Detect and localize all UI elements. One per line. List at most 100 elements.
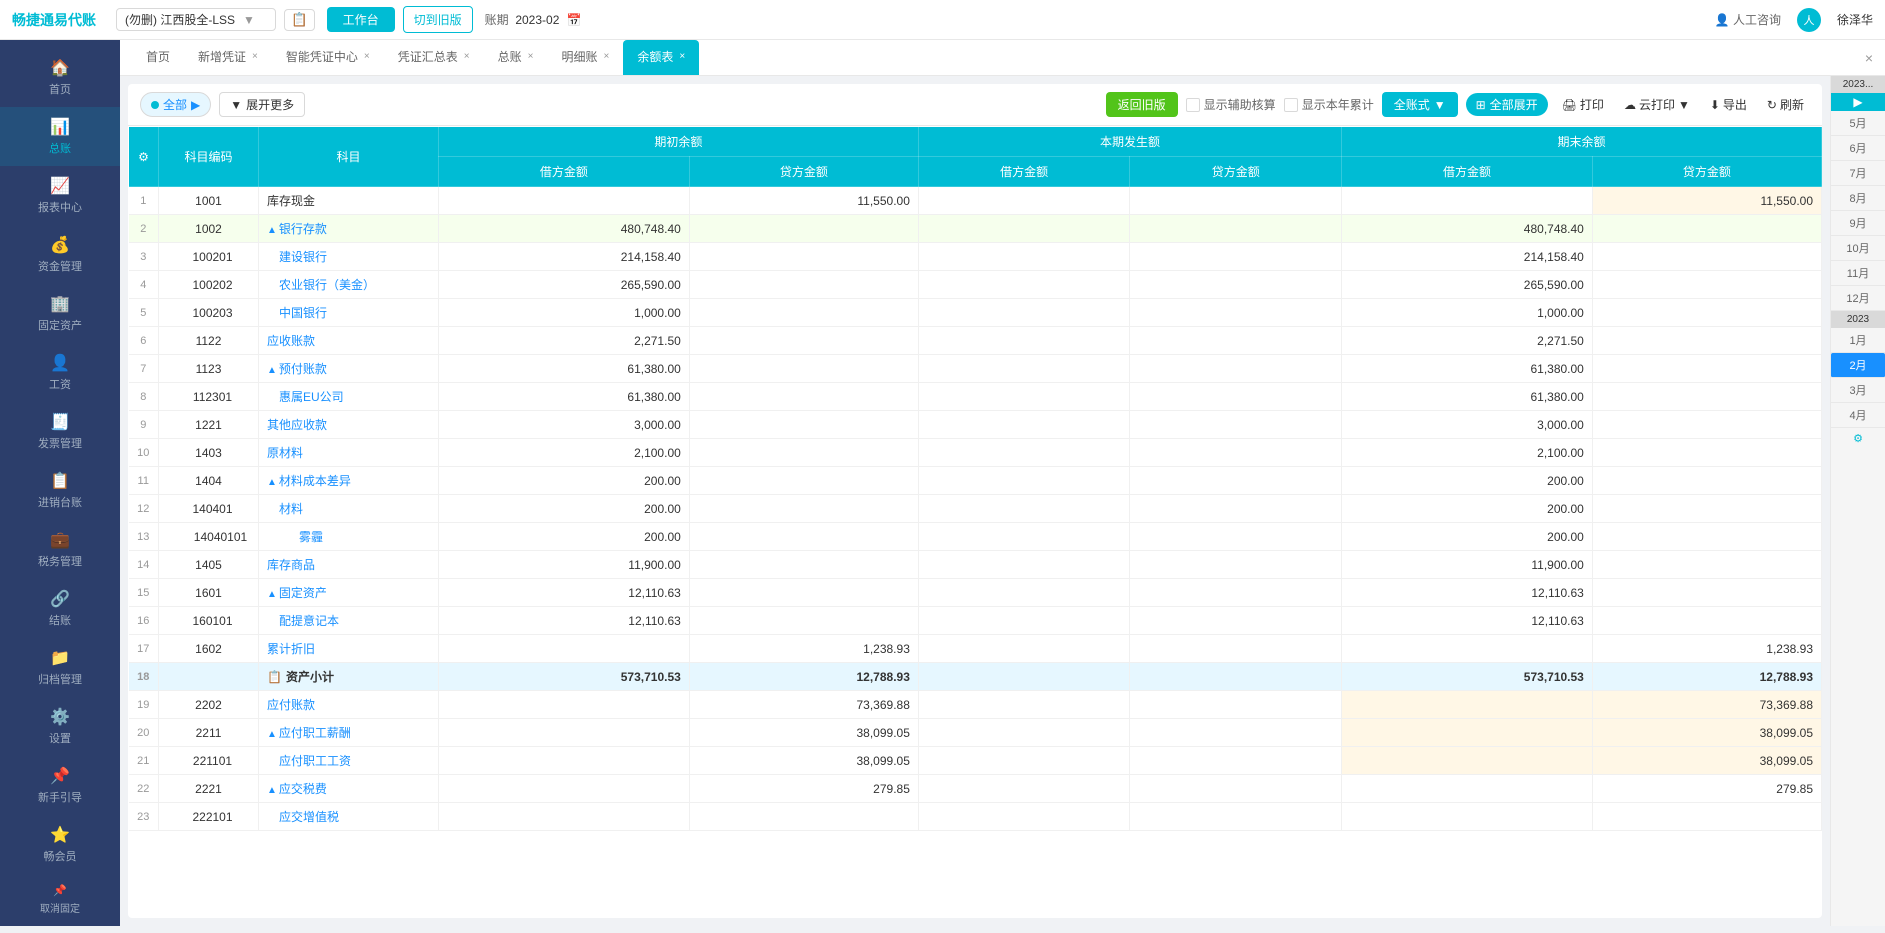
tab-voucher-summary-close[interactable]: × xyxy=(464,51,470,62)
month-4[interactable]: 4月 xyxy=(1831,403,1885,428)
filter-button[interactable]: 全部 ▶ xyxy=(140,92,211,117)
sidebar-item-ledger[interactable]: 📊 总账 xyxy=(0,107,120,166)
sidebar-item-guide[interactable]: 📌 新手引导 xyxy=(0,756,120,815)
company-name: (勿删) 江西股全-LSS xyxy=(125,11,235,28)
expand-arrow[interactable]: ▲ xyxy=(267,729,277,740)
tab-home[interactable]: 首页 xyxy=(132,40,184,75)
cp-debit xyxy=(918,691,1130,719)
account-link[interactable]: 应交增值税 xyxy=(279,810,339,824)
check-auxiliary-box[interactable] xyxy=(1186,98,1200,112)
copy-button[interactable]: 📋 xyxy=(284,9,315,31)
print-button[interactable]: 🖨 打印 xyxy=(1556,92,1610,117)
account-link[interactable]: 雾霾 xyxy=(299,530,323,544)
account-link[interactable]: 应付账款 xyxy=(267,698,315,712)
account-link[interactable]: 固定资产 xyxy=(279,586,327,600)
expand-arrow[interactable]: ▲ xyxy=(267,225,277,236)
sidebar-item-close[interactable]: 🔗 结账 xyxy=(0,579,120,638)
cloud-print-button[interactable]: ☁ 云打印 ▼ xyxy=(1618,92,1696,117)
account-link[interactable]: 建设银行 xyxy=(279,250,327,264)
expand-arrow[interactable]: ▲ xyxy=(267,477,277,488)
month-7[interactable]: 7月 xyxy=(1831,161,1885,186)
account-link[interactable]: 材料成本差异 xyxy=(279,474,351,488)
account-link[interactable]: 应付职工薪酬 xyxy=(279,726,351,740)
account-link[interactable]: 材料 xyxy=(279,502,303,516)
account-link[interactable]: 其他应收款 xyxy=(267,418,327,432)
tab-new-voucher[interactable]: 新增凭证 × xyxy=(184,40,272,75)
account-link[interactable]: 农业银行（美金） xyxy=(279,278,375,292)
tab-new-voucher-close[interactable]: × xyxy=(252,51,258,62)
month-5[interactable]: 5月 xyxy=(1831,111,1885,136)
ps-debit: 200.00 xyxy=(439,467,690,495)
tab-smart-voucher[interactable]: 智能凭证中心 × xyxy=(272,40,384,75)
sidebar-item-assets[interactable]: 🏢 固定资产 xyxy=(0,284,120,343)
month-1[interactable]: 1月 xyxy=(1831,328,1885,353)
account-link[interactable]: 原材料 xyxy=(267,446,303,460)
return-old-version-button[interactable]: 返回旧版 xyxy=(1106,92,1178,117)
account-link[interactable]: 应交税费 xyxy=(279,782,327,796)
month-9[interactable]: 9月 xyxy=(1831,211,1885,236)
sidebar-item-vip[interactable]: ⭐ 畅会员 xyxy=(0,815,120,874)
refresh-button[interactable]: ↻ 刷新 xyxy=(1761,92,1810,117)
tab-smart-voucher-close[interactable]: × xyxy=(364,51,370,62)
expand-arrow[interactable]: ▲ xyxy=(267,589,277,600)
sidebar-item-sales[interactable]: 📋 进销台账 xyxy=(0,461,120,520)
close-all-tabs[interactable]: × xyxy=(1865,50,1873,66)
service-link[interactable]: 👤 人工咨询 xyxy=(1715,11,1781,28)
user-name[interactable]: 徐泽华 xyxy=(1837,11,1873,28)
month-3[interactable]: 3月 xyxy=(1831,378,1885,403)
tab-balance-sheet-label: 余额表 xyxy=(637,48,673,65)
cp-credit xyxy=(1130,271,1342,299)
sidebar-item-home[interactable]: 🏠 首页 xyxy=(0,48,120,107)
account-link[interactable]: 惠属EU公司 xyxy=(279,390,344,404)
sidebar-item-unpin[interactable]: 📌 取消固定 xyxy=(0,874,120,925)
sidebar-item-archive[interactable]: 📁 归档管理 xyxy=(0,638,120,697)
col-setting[interactable]: ⚙ xyxy=(129,127,159,187)
expand-arrow[interactable]: ▲ xyxy=(267,365,277,376)
sidebar-item-salary[interactable]: 👤 工资 xyxy=(0,343,120,402)
workbench-button[interactable]: 工作台 xyxy=(327,7,395,32)
account-link[interactable]: 中国银行 xyxy=(279,306,327,320)
sidebar-item-tax[interactable]: 💼 税务管理 xyxy=(0,520,120,579)
switch-version-button[interactable]: 切到旧版 xyxy=(403,6,473,33)
col-pe-credit: 贷方金额 xyxy=(1592,157,1821,187)
tab-detail-ledger-close[interactable]: × xyxy=(603,51,609,62)
display-mode-button[interactable]: 全账式 ▼ xyxy=(1382,92,1458,117)
expand-button[interactable]: ▼ 展开更多 xyxy=(219,92,305,117)
right-panel-settings[interactable]: ⚙ xyxy=(1831,428,1885,449)
sidebar-item-funds[interactable]: 💰 资金管理 xyxy=(0,225,120,284)
tab-balance-sheet[interactable]: 余额表 × xyxy=(623,40,699,75)
col-ps-credit: 贷方金额 xyxy=(689,157,918,187)
account-link[interactable]: 银行存款 xyxy=(279,222,327,236)
ps-debit xyxy=(439,187,690,215)
account-link[interactable]: 配提意记本 xyxy=(279,614,339,628)
account-link[interactable]: 累计折旧 xyxy=(267,642,315,656)
expand-right-panel[interactable]: ▶ xyxy=(1831,93,1885,111)
check-annual-box[interactable] xyxy=(1284,98,1298,112)
month-11[interactable]: 11月 xyxy=(1831,261,1885,286)
account-link[interactable]: 库存商品 xyxy=(267,558,315,572)
account-link[interactable]: 预付账款 xyxy=(279,362,327,376)
company-selector[interactable]: (勿删) 江西股全-LSS ▼ xyxy=(116,8,276,31)
account-link[interactable]: 应收账款 xyxy=(267,334,315,348)
export-button[interactable]: ⬇ 导出 xyxy=(1704,92,1753,117)
account-link[interactable]: 应付职工工资 xyxy=(279,754,351,768)
month-12[interactable]: 12月 xyxy=(1831,286,1885,311)
month-10[interactable]: 10月 xyxy=(1831,236,1885,261)
check-auxiliary[interactable]: 显示辅助核算 xyxy=(1186,96,1276,113)
calendar-icon[interactable]: 📅 xyxy=(567,13,582,27)
month-8[interactable]: 8月 xyxy=(1831,186,1885,211)
export-label: 导出 xyxy=(1723,96,1747,113)
check-annual[interactable]: 显示本年累计 xyxy=(1284,96,1374,113)
tab-voucher-summary[interactable]: 凭证汇总表 × xyxy=(384,40,484,75)
tab-general-ledger-close[interactable]: × xyxy=(528,51,534,62)
month-2-active[interactable]: 2月 xyxy=(1831,353,1885,378)
sidebar-item-invoice[interactable]: 🧾 发票管理 xyxy=(0,402,120,461)
expand-arrow[interactable]: ▲ xyxy=(267,785,277,796)
month-6[interactable]: 6月 xyxy=(1831,136,1885,161)
sidebar-item-reports[interactable]: 📈 报表中心 xyxy=(0,166,120,225)
expand-all-toggle[interactable]: ⊞ 全部展开 xyxy=(1466,93,1548,116)
tab-balance-sheet-close[interactable]: × xyxy=(679,51,685,62)
tab-detail-ledger[interactable]: 明细账 × xyxy=(547,40,623,75)
tab-general-ledger[interactable]: 总账 × xyxy=(484,40,548,75)
sidebar-item-settings[interactable]: ⚙️ 设置 xyxy=(0,697,120,756)
